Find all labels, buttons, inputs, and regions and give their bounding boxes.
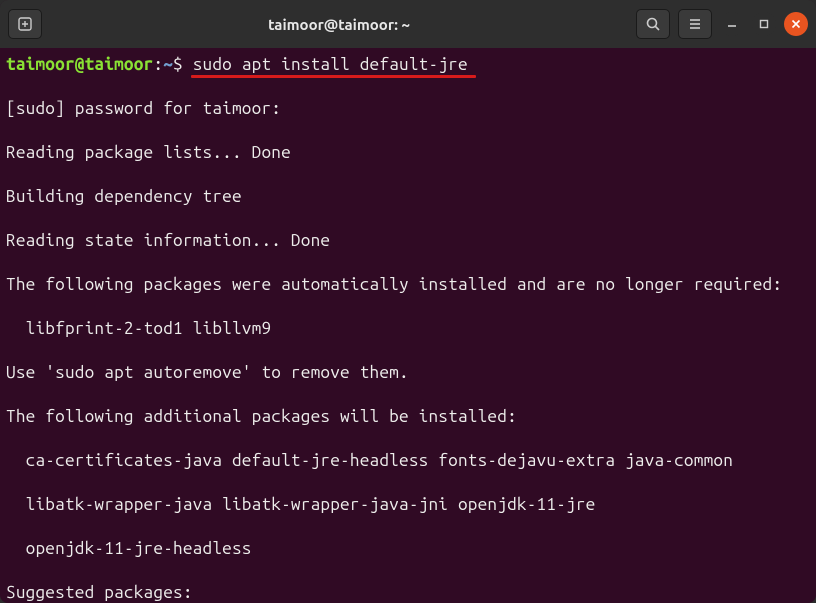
terminal-window: taimoor@taimoor: ~ xyxy=(0,0,816,603)
search-icon xyxy=(645,16,661,32)
menu-button[interactable] xyxy=(678,9,712,39)
output-line: The following packages were automaticall… xyxy=(6,274,810,296)
minimize-icon xyxy=(727,19,737,29)
output-line: Use 'sudo apt autoremove' to remove them… xyxy=(6,362,810,384)
prompt-symbol: $ xyxy=(173,55,183,74)
new-tab-icon xyxy=(17,16,33,32)
output-line: ca-certificates-java default-jre-headles… xyxy=(6,450,810,472)
maximize-icon xyxy=(759,19,769,29)
maximize-button[interactable] xyxy=(752,12,776,36)
window-title: taimoor@taimoor: ~ xyxy=(50,16,628,33)
output-line: openjdk-11-jre-headless xyxy=(6,538,810,560)
command-value: sudo apt install default-jre xyxy=(193,55,468,74)
output-line: Reading state information... Done xyxy=(6,230,810,252)
hamburger-icon xyxy=(687,16,703,32)
close-button[interactable] xyxy=(784,12,808,36)
titlebar: taimoor@taimoor: ~ xyxy=(0,0,816,48)
output-line: libfprint-2-tod1 libllvm9 xyxy=(6,318,810,340)
prompt-user-host: taimoor@taimoor xyxy=(6,55,153,74)
search-button[interactable] xyxy=(636,9,670,39)
command-text: sudo apt install default-jre xyxy=(193,54,468,76)
output-line: The following additional packages will b… xyxy=(6,406,810,428)
prompt-separator: : xyxy=(153,55,163,74)
output-line: Suggested packages: xyxy=(6,582,810,603)
minimize-button[interactable] xyxy=(720,12,744,36)
red-underline-annotation xyxy=(191,75,476,78)
close-icon xyxy=(791,19,801,29)
output-line: Building dependency tree xyxy=(6,186,810,208)
prompt-path: ~ xyxy=(163,55,173,74)
output-line: [sudo] password for taimoor: xyxy=(6,98,810,120)
new-tab-button[interactable] xyxy=(8,9,42,39)
output-line: libatk-wrapper-java libatk-wrapper-java-… xyxy=(6,494,810,516)
output-line: Reading package lists... Done xyxy=(6,142,810,164)
terminal-output[interactable]: taimoor@taimoor:~$ sudo apt install defa… xyxy=(0,48,816,603)
